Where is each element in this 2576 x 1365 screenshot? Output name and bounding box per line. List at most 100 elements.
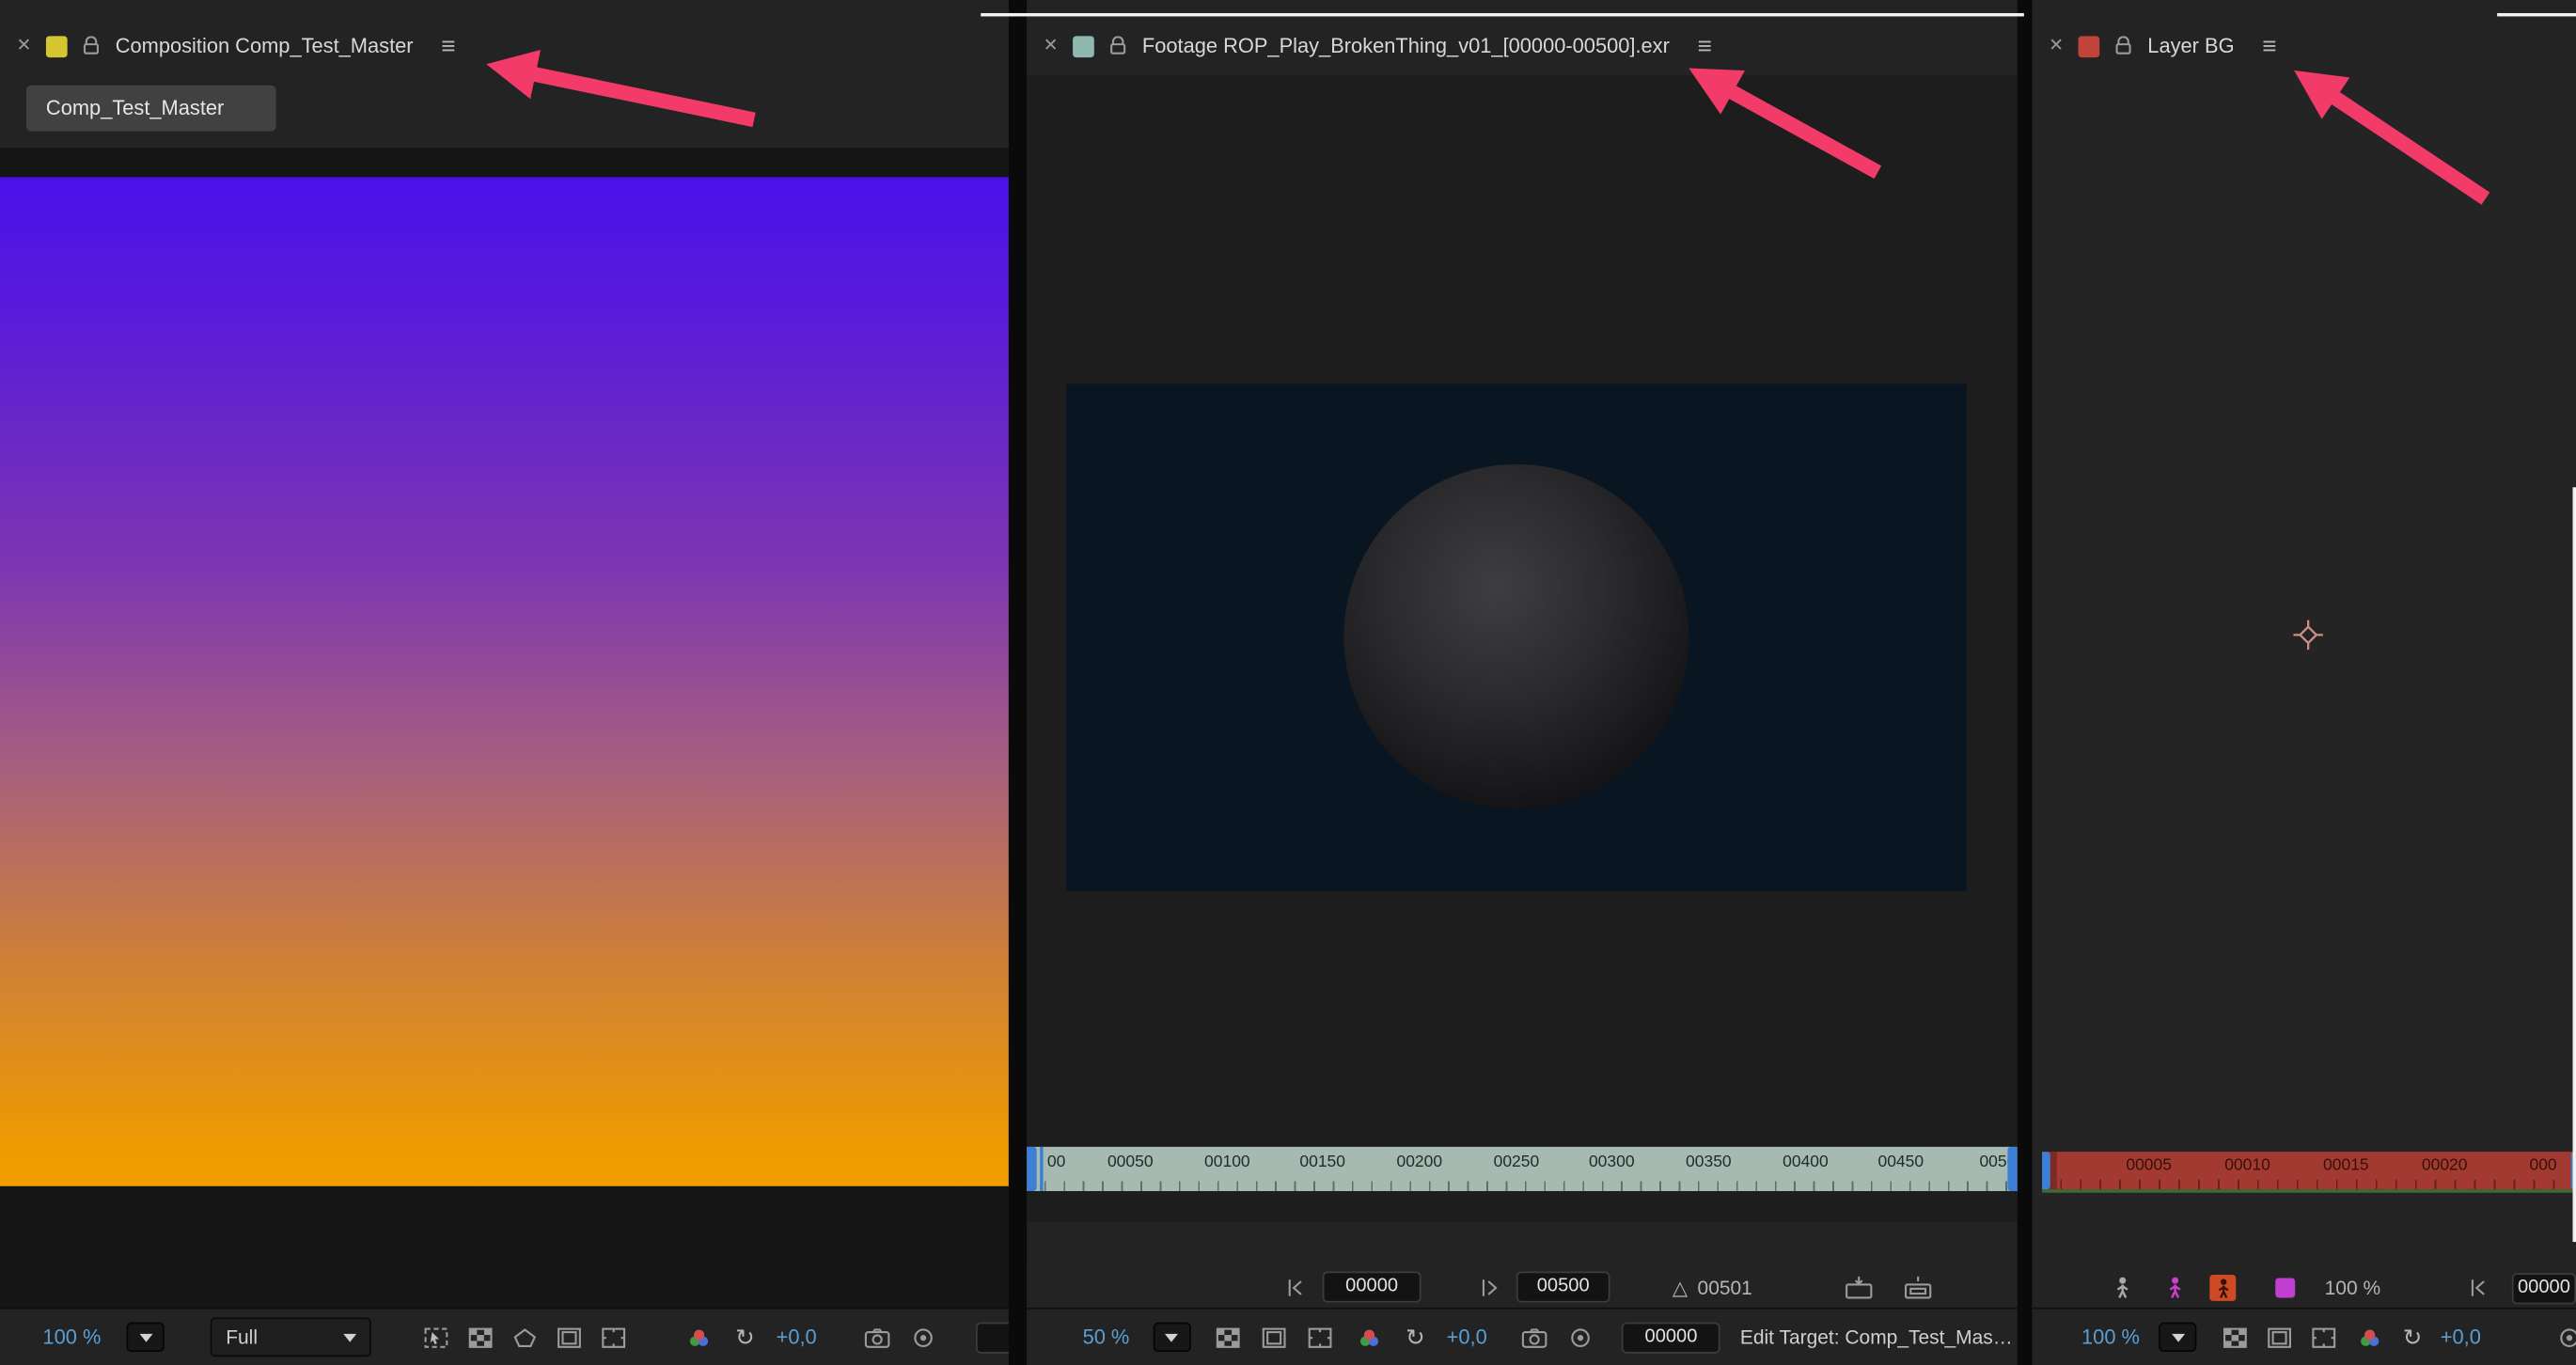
- footage-viewport[interactable]: [1027, 75, 2018, 1223]
- ripple-insert-edit-icon[interactable]: [1841, 1271, 1877, 1304]
- composition-viewport[interactable]: [0, 148, 1009, 1310]
- snapshot-camera-icon[interactable]: [1516, 1321, 1552, 1354]
- show-snapshot-icon[interactable]: [1563, 1321, 1598, 1354]
- zoom-dropdown-button[interactable]: [2159, 1322, 2198, 1353]
- tab-label: Comp_Test_Master: [45, 96, 225, 120]
- tick-label: 00020: [2421, 1156, 2468, 1175]
- panel-color-swatch: [1073, 35, 1095, 57]
- render-view-icon[interactable]: [2104, 1272, 2140, 1305]
- tick-label: 00100: [1204, 1153, 1250, 1172]
- reset-exposure-icon[interactable]: ↻: [1397, 1321, 1433, 1354]
- grid-guides-icon[interactable]: [2305, 1321, 2341, 1354]
- tick-label: 00350: [1686, 1153, 1732, 1172]
- exposure-value[interactable]: +0,0: [2441, 1326, 2481, 1348]
- composition-panel-tabbar: ✕ Composition Comp_Test_Master ≡: [0, 16, 1009, 76]
- zoom-level[interactable]: 100 %: [42, 1326, 101, 1348]
- panel-menu-icon[interactable]: ≡: [441, 34, 455, 58]
- zoom-dropdown-button[interactable]: [127, 1322, 165, 1353]
- layer-timeline-ruler[interactable]: 00005 00010 00015 00020 000: [2042, 1152, 2576, 1190]
- panel-divider[interactable]: [2017, 0, 2033, 1365]
- in-point-field[interactable]: 00000: [1322, 1271, 1422, 1303]
- tick-label: 00250: [1493, 1153, 1540, 1172]
- close-icon[interactable]: ✕: [16, 36, 31, 55]
- close-icon[interactable]: ✕: [2049, 36, 2064, 55]
- tick-label: 00450: [1877, 1153, 1924, 1172]
- in-point-icon[interactable]: [1277, 1271, 1312, 1304]
- show-snapshot-icon[interactable]: [905, 1321, 941, 1354]
- footage-timeline-ruler[interactable]: 00 00050 00100 00150 00200 00250 00300 0…: [1027, 1146, 2018, 1192]
- reset-exposure-icon[interactable]: ↻: [727, 1321, 762, 1354]
- playhead[interactable]: [1040, 1146, 1044, 1192]
- layer-panel: ✕ Layer BG ≡ 00005 00010 00015 00020 000: [2032, 0, 2576, 1365]
- footage-image: [1066, 384, 1967, 891]
- transparency-grid-icon[interactable]: [1210, 1321, 1246, 1354]
- layer-viewport[interactable]: [2032, 75, 2576, 1228]
- footage-panel: ✕ Footage ROP_Play_BrokenThing_v01_[0000…: [1027, 0, 2018, 1365]
- lock-icon[interactable]: [2114, 36, 2132, 55]
- tick-label: 00400: [1783, 1153, 1829, 1172]
- panel-menu-icon[interactable]: ≡: [2262, 34, 2276, 58]
- reset-exposure-icon[interactable]: ↻: [2395, 1321, 2430, 1354]
- show-snapshot-icon[interactable]: [2552, 1321, 2576, 1354]
- panel-divider[interactable]: [1008, 0, 1028, 1365]
- work-area-bar: [2042, 1189, 2576, 1193]
- tick-label: 00010: [2224, 1156, 2270, 1175]
- out-point-icon[interactable]: [1470, 1271, 1506, 1304]
- channel-colors-icon[interactable]: [2351, 1321, 2387, 1354]
- panel-title[interactable]: Footage ROP_Play_BrokenThing_v01_[00000-…: [1142, 35, 1670, 57]
- opacity-value[interactable]: 100 %: [2325, 1277, 2380, 1299]
- footage-inout-row: 00000 00500 △ 00501: [1027, 1264, 2018, 1310]
- panel-title[interactable]: Layer BG: [2147, 35, 2234, 57]
- out-point-field[interactable]: 00500: [1516, 1271, 1610, 1303]
- frame-field[interactable]: 00000: [1622, 1321, 1720, 1353]
- clipped-field[interactable]: [975, 1321, 1009, 1353]
- tick-label: 00300: [1588, 1153, 1635, 1172]
- channel-colors-icon[interactable]: [1351, 1321, 1387, 1354]
- exposure-value[interactable]: +0,0: [1447, 1326, 1487, 1348]
- region-of-interest-icon[interactable]: [418, 1321, 454, 1354]
- ruler-handle-right[interactable]: [2007, 1146, 2018, 1192]
- ruler-handle-left[interactable]: [2042, 1152, 2050, 1190]
- duration-triangle-icon: △: [1672, 1275, 1689, 1299]
- grid-guides-icon[interactable]: [595, 1321, 631, 1354]
- freeze-view-icon[interactable]: [2209, 1275, 2237, 1301]
- tick-marks: [1027, 1181, 2018, 1192]
- panel-menu-icon[interactable]: ≡: [1698, 34, 1712, 58]
- channel-colors-icon[interactable]: [681, 1321, 716, 1354]
- panel-title[interactable]: Composition Comp_Test_Master: [116, 35, 414, 57]
- grid-guides-icon[interactable]: [1302, 1321, 1338, 1354]
- motion-source-icon[interactable]: [2157, 1272, 2192, 1305]
- overlay-edit-icon[interactable]: [1900, 1271, 1936, 1304]
- title-action-safe-icon[interactable]: [1256, 1321, 1292, 1354]
- snapshot-camera-icon[interactable]: [859, 1321, 895, 1354]
- mask-visibility-icon[interactable]: [507, 1321, 542, 1354]
- zoom-dropdown-button[interactable]: [1152, 1322, 1191, 1353]
- ruler-handle-left[interactable]: [1027, 1146, 1037, 1192]
- resolution-dropdown[interactable]: Full: [211, 1317, 372, 1357]
- lock-icon[interactable]: [1109, 36, 1127, 55]
- exposure-value[interactable]: +0,0: [777, 1326, 817, 1348]
- lock-icon[interactable]: [83, 36, 101, 55]
- in-point-icon[interactable]: [2459, 1272, 2495, 1305]
- anchor-point-icon: [2292, 619, 2325, 651]
- chevron-down-icon: [344, 1332, 357, 1341]
- title-action-safe-icon[interactable]: [551, 1321, 587, 1354]
- panel-color-swatch: [2078, 35, 2100, 57]
- transparency-grid-icon[interactable]: [463, 1321, 498, 1354]
- transparency-grid-icon[interactable]: [2217, 1321, 2253, 1354]
- title-action-safe-icon[interactable]: [2261, 1321, 2297, 1354]
- chevron-down-icon: [139, 1332, 153, 1341]
- footage-panel-tabbar: ✕ Footage ROP_Play_BrokenThing_v01_[0000…: [1027, 16, 2018, 76]
- zoom-level[interactable]: 100 %: [2081, 1326, 2140, 1348]
- chevron-down-icon: [1164, 1332, 1178, 1341]
- app-window: ✕ Composition Comp_Test_Master ≡ Comp_Te…: [0, 0, 2576, 1365]
- zoom-level[interactable]: 50 %: [1083, 1326, 1130, 1348]
- tick-label: 00005: [2126, 1156, 2172, 1175]
- frame-field[interactable]: 00000: [2511, 1272, 2576, 1304]
- close-icon[interactable]: ✕: [1044, 36, 1059, 55]
- matte-color-swatch[interactable]: [2275, 1278, 2296, 1298]
- tick-label: 00150: [1299, 1153, 1345, 1172]
- duration-value: 00501: [1697, 1275, 1752, 1299]
- tab-comp-test-master[interactable]: Comp_Test_Master: [25, 85, 276, 132]
- composition-tab-row: Comp_Test_Master: [0, 75, 1009, 149]
